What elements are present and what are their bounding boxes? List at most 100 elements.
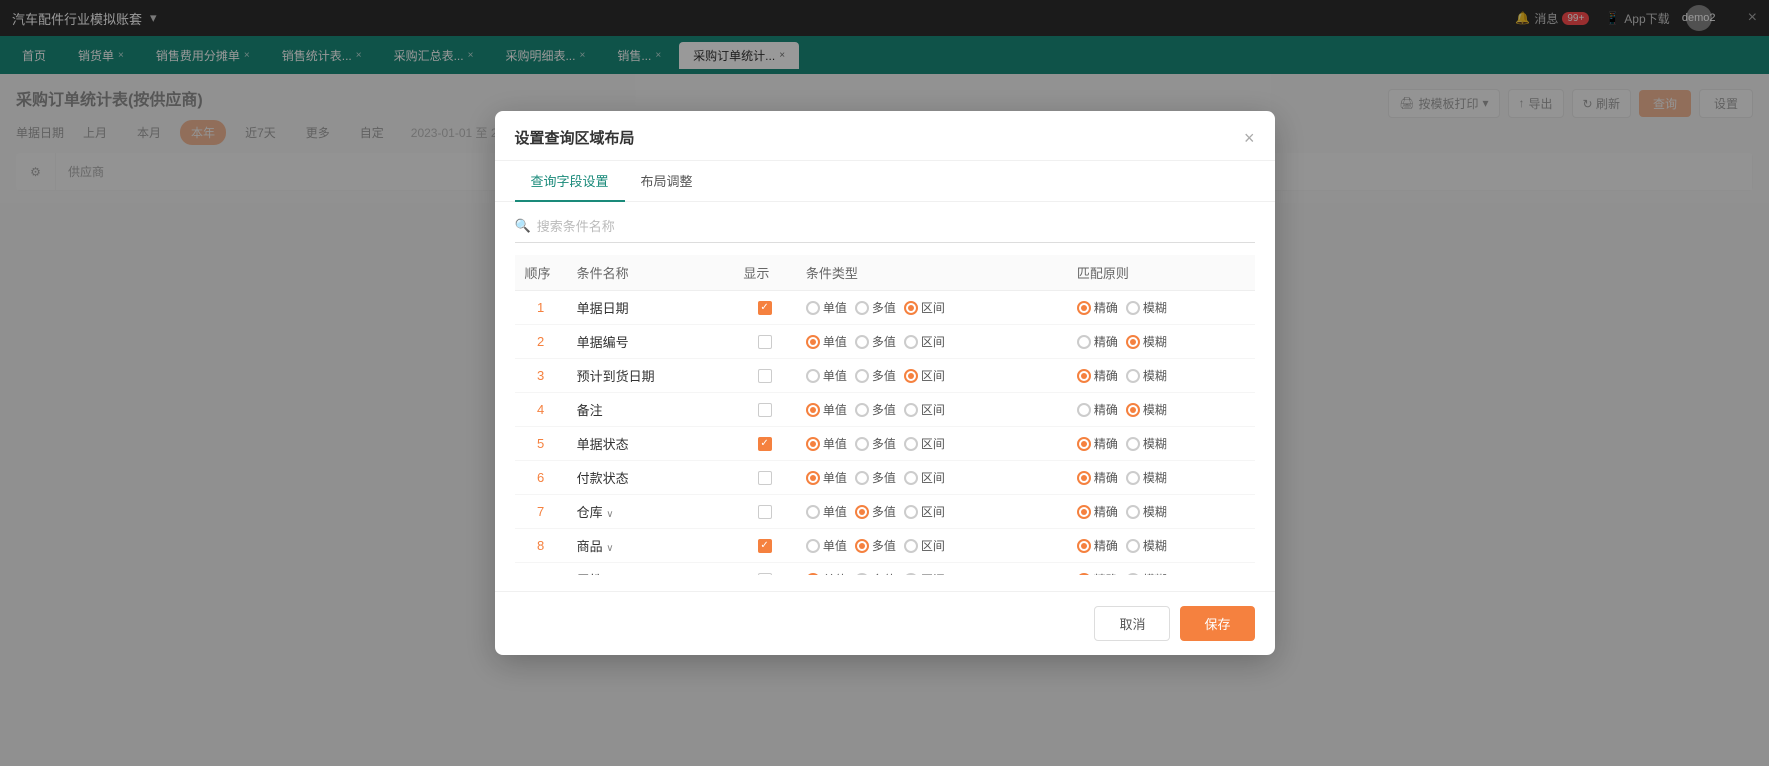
match-radio-exact[interactable]: 精确 <box>1077 469 1118 486</box>
type-radio-range[interactable]: 区间 <box>904 435 945 452</box>
dialog: 设置查询区域布局 × 查询字段设置 布局调整 🔍 顺序 条件名称 <box>495 111 1275 655</box>
dialog-body: 🔍 顺序 条件名称 显示 条件类型 匹配原则 <box>495 202 1275 591</box>
radio-circle-match-exact <box>1077 301 1091 315</box>
table-row: 5单据状态 单值多值区间 精确模糊 <box>515 427 1255 461</box>
type-radio-range[interactable]: 区间 <box>904 571 945 575</box>
radio-circle-match-exact <box>1077 573 1091 576</box>
match-radio-group: 精确模糊 <box>1077 503 1245 520</box>
radio-circle-range <box>904 505 918 519</box>
th-match: 匹配原则 <box>1067 255 1255 291</box>
type-radio-single[interactable]: 单值 <box>806 571 847 575</box>
match-radio-fuzzy[interactable]: 模糊 <box>1126 401 1167 418</box>
type-radio-single[interactable]: 单值 <box>806 435 847 452</box>
config-table-scroll: 顺序 条件名称 显示 条件类型 匹配原则 1单据日期单值多值区间精确模糊2单据编… <box>515 255 1255 575</box>
match-radio-group: 精确模糊 <box>1077 469 1245 486</box>
type-radio-range[interactable]: 区间 <box>904 469 945 486</box>
radio-circle-range <box>904 335 918 349</box>
tab-layout-adjust[interactable]: 布局调整 <box>625 161 709 202</box>
radio-circle-range <box>904 301 918 315</box>
radio-circle-single <box>806 335 820 349</box>
type-radio-multi[interactable]: 多值 <box>855 537 896 554</box>
search-icon: 🔍 <box>515 218 531 234</box>
match-radio-exact[interactable]: 精确 <box>1077 503 1118 520</box>
type-radio-multi[interactable]: 多值 <box>855 333 896 350</box>
type-radio-range[interactable]: 区间 <box>904 537 945 554</box>
th-order: 顺序 <box>515 255 567 291</box>
type-radio-group: 单值多值区间 <box>806 367 1057 384</box>
type-radio-range[interactable]: 区间 <box>904 367 945 384</box>
cell-name: 预计到货日期 <box>567 359 734 393</box>
cell-match: 精确模糊 <box>1067 461 1255 495</box>
cell-order: 5 <box>515 427 567 461</box>
show-checkbox[interactable] <box>758 369 772 383</box>
match-radio-exact[interactable]: 精确 <box>1077 571 1118 575</box>
save-button[interactable]: 保存 <box>1180 606 1254 641</box>
cell-name: 单据状态 <box>567 427 734 461</box>
type-radio-multi[interactable]: 多值 <box>855 367 896 384</box>
cell-match: 精确模糊 <box>1067 427 1255 461</box>
type-radio-range[interactable]: 区间 <box>904 401 945 418</box>
type-radio-range[interactable]: 区间 <box>904 333 945 350</box>
radio-circle-single <box>806 471 820 485</box>
type-radio-single[interactable]: 单值 <box>806 367 847 384</box>
config-table-body: 1单据日期单值多值区间精确模糊2单据编号单值多值区间精确模糊3预计到货日期单值多… <box>515 291 1255 576</box>
type-radio-single[interactable]: 单值 <box>806 503 847 520</box>
type-radio-single[interactable]: 单值 <box>806 333 847 350</box>
type-radio-group: 单值多值区间 <box>806 469 1057 486</box>
tab-query-field-settings[interactable]: 查询字段设置 <box>515 161 625 202</box>
show-checkbox[interactable] <box>758 471 772 485</box>
dialog-title: 设置查询区域布局 <box>515 127 635 148</box>
match-radio-fuzzy[interactable]: 模糊 <box>1126 571 1167 575</box>
cell-match: 精确模糊 <box>1067 291 1255 325</box>
type-radio-multi[interactable]: 多值 <box>855 299 896 316</box>
match-radio-fuzzy[interactable]: 模糊 <box>1126 537 1167 554</box>
type-radio-single[interactable]: 单值 <box>806 537 847 554</box>
type-radio-range[interactable]: 区间 <box>904 299 945 316</box>
cell-order: 9 <box>515 563 567 576</box>
match-radio-fuzzy[interactable]: 模糊 <box>1126 333 1167 350</box>
search-input[interactable] <box>537 219 737 234</box>
type-radio-multi[interactable]: 多值 <box>855 435 896 452</box>
cancel-button[interactable]: 取消 <box>1094 606 1170 641</box>
table-row: 2单据编号单值多值区间精确模糊 <box>515 325 1255 359</box>
match-radio-exact[interactable]: 精确 <box>1077 367 1118 384</box>
show-checkbox[interactable] <box>758 301 772 315</box>
match-radio-fuzzy[interactable]: 模糊 <box>1126 367 1167 384</box>
show-checkbox[interactable] <box>758 335 772 349</box>
match-radio-fuzzy[interactable]: 模糊 <box>1126 435 1167 452</box>
match-radio-exact[interactable]: 精确 <box>1077 333 1118 350</box>
show-checkbox[interactable] <box>758 403 772 417</box>
type-radio-single[interactable]: 单值 <box>806 469 847 486</box>
type-radio-multi[interactable]: 多值 <box>855 401 896 418</box>
table-row: 4备注单值多值区间精确模糊 <box>515 393 1255 427</box>
match-radio-fuzzy[interactable]: 模糊 <box>1126 299 1167 316</box>
radio-circle-match-fuzzy <box>1126 539 1140 553</box>
radio-circle-multi <box>855 539 869 553</box>
show-checkbox[interactable] <box>758 437 772 451</box>
type-radio-multi[interactable]: 多值 <box>855 469 896 486</box>
type-radio-multi[interactable]: 多值 <box>855 503 896 520</box>
cell-name: 备注 <box>567 393 734 427</box>
cell-name: 单据日期 <box>567 291 734 325</box>
radio-circle-single <box>806 301 820 315</box>
match-radio-exact[interactable]: 精确 <box>1077 299 1118 316</box>
match-radio-exact[interactable]: 精确 <box>1077 401 1118 418</box>
type-radio-multi[interactable]: 多值 <box>855 571 896 575</box>
type-radio-single[interactable]: 单值 <box>806 299 847 316</box>
type-radio-range[interactable]: 区间 <box>904 503 945 520</box>
show-checkbox[interactable] <box>758 539 772 553</box>
dialog-close-button[interactable]: × <box>1244 129 1255 147</box>
dialog-tabs: 查询字段设置 布局调整 <box>495 161 1275 202</box>
type-radio-single[interactable]: 单值 <box>806 401 847 418</box>
match-radio-exact[interactable]: 精确 <box>1077 537 1118 554</box>
show-checkbox[interactable] <box>758 505 772 519</box>
cell-name: 属性 ∨ <box>567 563 734 576</box>
radio-circle-range <box>904 403 918 417</box>
radio-circle-match-fuzzy <box>1126 471 1140 485</box>
show-checkbox[interactable] <box>758 573 772 576</box>
match-radio-fuzzy[interactable]: 模糊 <box>1126 469 1167 486</box>
radio-circle-match-exact <box>1077 539 1091 553</box>
match-radio-exact[interactable]: 精确 <box>1077 435 1118 452</box>
match-radio-fuzzy[interactable]: 模糊 <box>1126 503 1167 520</box>
radio-circle-match-fuzzy <box>1126 437 1140 451</box>
